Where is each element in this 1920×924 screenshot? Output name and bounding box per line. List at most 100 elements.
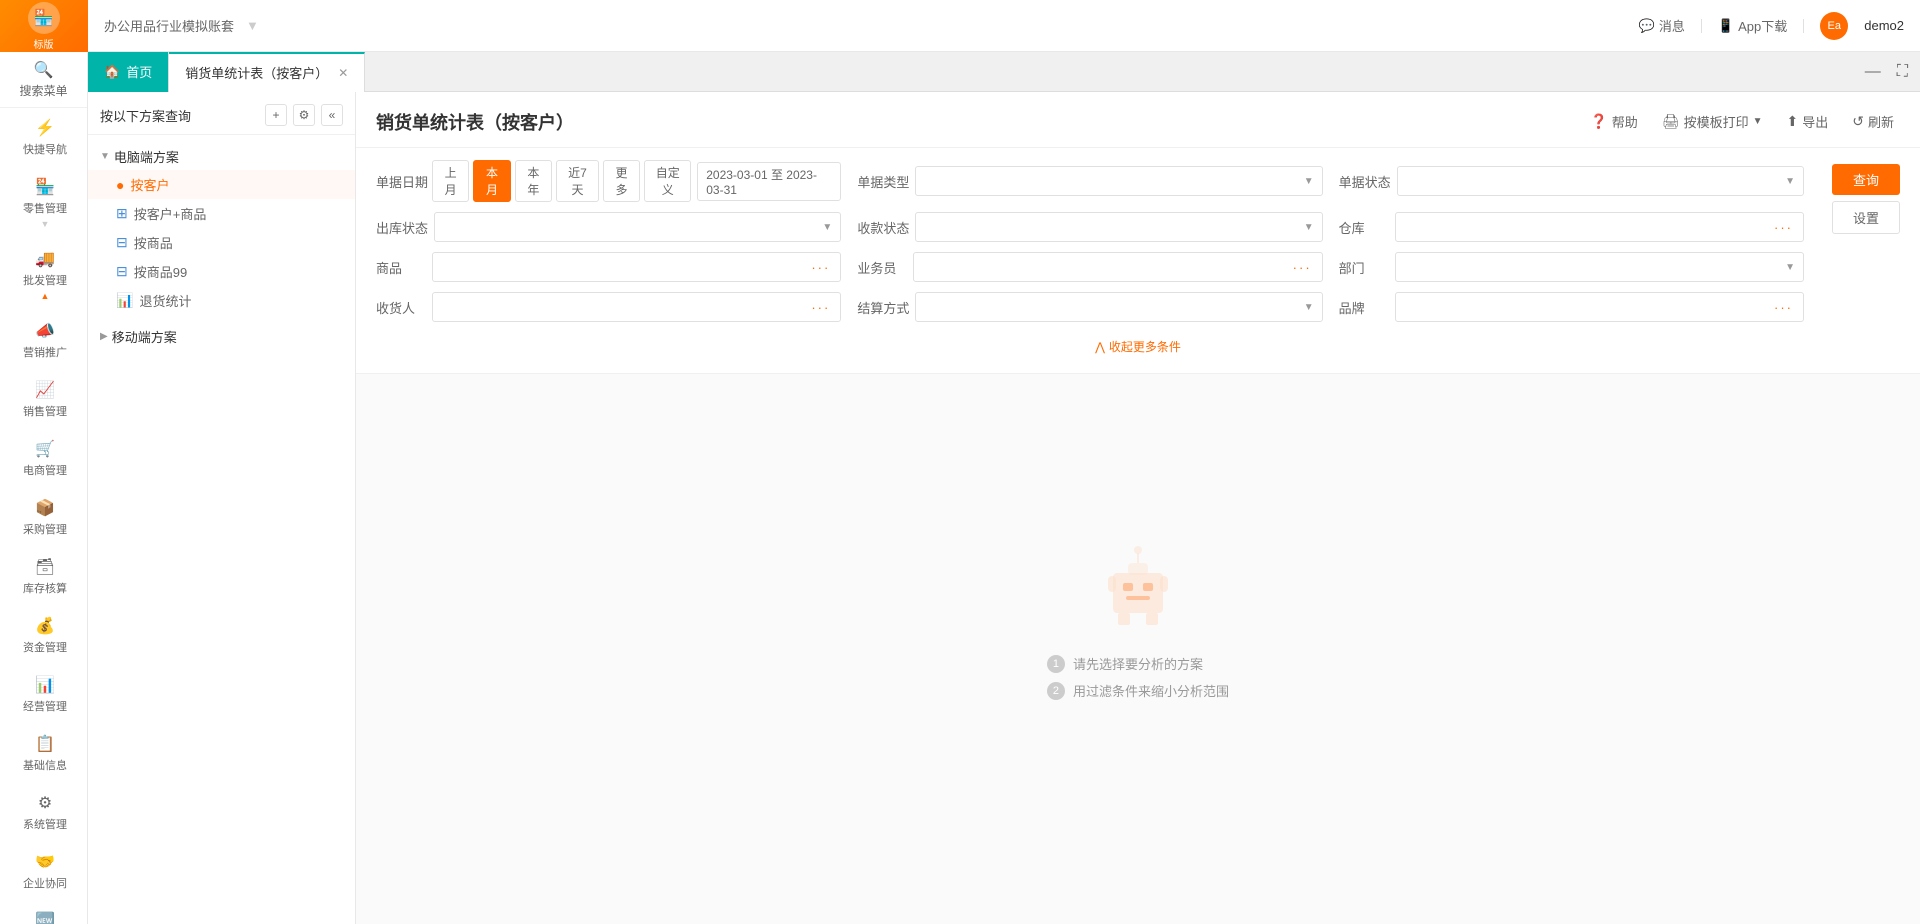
date-buttons: 上月 本月 本年 近7天 更多 自定义 <box>432 160 691 202</box>
tab-maximize-button[interactable]: ⛶ <box>1893 59 1912 85</box>
help-button[interactable]: ❓ 帮助 <box>1584 108 1643 135</box>
tree-item-return-stats[interactable]: 📊 退货统计 <box>88 286 355 315</box>
paymentstatus-select[interactable]: ▼ <box>915 212 1322 242</box>
warehouse-select[interactable]: ··· <box>1395 212 1804 242</box>
search-menu-button[interactable]: 🔍 搜索菜单 <box>19 60 67 99</box>
system-icon: ⚙ <box>38 793 52 813</box>
department-filter-col: 部门 ▼ <box>1339 252 1804 282</box>
tab-home[interactable]: 🏠 首页 <box>88 52 169 92</box>
tab-bar: 🏠 首页 销货单统计表（按客户） ✕ — ⛶ <box>88 52 1920 92</box>
sidebar-item-retail[interactable]: 🏪 零售管理 ▼ <box>0 167 87 239</box>
date-this-month-btn[interactable]: 本月 <box>473 160 510 202</box>
tree-item-product-icon: ⊟ <box>116 234 128 251</box>
date-last-month-btn[interactable]: 上月 <box>432 160 469 202</box>
brand-filter-col: 品牌 ··· <box>1339 292 1804 322</box>
empty-tips: 1 请先选择要分析的方案 2 用过滤条件来缩小分析范围 <box>1047 654 1229 700</box>
salesperson-select[interactable]: ··· <box>913 252 1322 282</box>
message-button[interactable]: 💬 消息 <box>1639 16 1685 35</box>
product-filter-label: 商品 <box>376 258 426 277</box>
tree-item-return-icon: 📊 <box>116 292 133 309</box>
sidebar-item-system[interactable]: ⚙ 系统管理 <box>0 783 87 842</box>
outstatus-filter-label: 出库状态 <box>376 218 428 237</box>
empty-state-icon <box>1088 538 1188 638</box>
product-select[interactable]: ··· <box>432 252 841 282</box>
settings-button[interactable]: 设置 <box>1832 201 1900 234</box>
salesperson-filter-label: 业务员 <box>857 258 907 277</box>
template-print-button[interactable]: 🖨 按模板打印 ▼ <box>1656 108 1769 135</box>
tree-item-customer-icon: ● <box>116 177 124 193</box>
top-header: 办公用品行业模拟账套 ▼ 💬 消息 📱 App下载 Ea demo2 <box>88 0 1920 52</box>
settings-scheme-button[interactable]: ⚙ <box>293 104 315 126</box>
sidebar-item-operations[interactable]: 📊 经营管理 <box>0 665 87 724</box>
tree-item-customer-product-icon: ⊞ <box>116 205 128 222</box>
tab-sales-stats[interactable]: 销货单统计表（按客户） ✕ <box>169 52 365 92</box>
date-custom-btn[interactable]: 自定义 <box>644 160 691 202</box>
date-7days-btn[interactable]: 近7天 <box>556 160 599 202</box>
app-logo[interactable]: 🏪 标版 <box>0 0 88 52</box>
sidebar-item-inventory[interactable]: 🗃 库存核算 <box>0 547 87 606</box>
tree-section: ▼ 电脑端方案 ● 按客户 ⊞ 按客户+商品 ⊟ 按商品 <box>88 135 355 358</box>
filter-row-4: 收货人 ··· 结算方式 ▼ <box>376 292 1900 322</box>
tree-group-desktop-label[interactable]: ▼ 电脑端方案 <box>88 143 355 170</box>
tree-item-by-customer[interactable]: ● 按客户 <box>88 170 355 199</box>
user-label[interactable]: demo2 <box>1864 18 1904 33</box>
home-icon: 🏠 <box>104 64 120 80</box>
date-more-btn[interactable]: 更多 <box>603 160 640 202</box>
sidebar-item-wholesale[interactable]: 🚚 批发管理 ▲ <box>0 239 87 311</box>
refresh-icon: ↺ <box>1852 113 1864 130</box>
query-button[interactable]: 查询 <box>1832 164 1900 195</box>
sidebar-item-enterprise[interactable]: 🤝 企业协同 <box>0 842 87 901</box>
export-button[interactable]: ⬆ 导出 <box>1781 108 1835 135</box>
app-download-button[interactable]: 📱 App下载 <box>1718 16 1787 35</box>
date-this-year-btn[interactable]: 本年 <box>515 160 552 202</box>
user-avatar[interactable]: Ea <box>1820 12 1848 40</box>
breadcrumb-dropdown-icon[interactable]: ▼ <box>246 18 259 33</box>
tree-item-by-product[interactable]: ⊟ 按商品 <box>88 228 355 257</box>
date-range-display[interactable]: 2023-03-01 至 2023-03-31 <box>697 162 841 201</box>
outstatus-select[interactable]: ▼ <box>434 212 841 242</box>
tree-item-by-customer-product[interactable]: ⊞ 按客户+商品 <box>88 199 355 228</box>
sidebar-item-finance[interactable]: 💰 资金管理 <box>0 606 87 665</box>
tree-group-mobile: ▶ 移动端方案 <box>88 319 355 354</box>
docstatus-select[interactable]: ▼ <box>1397 166 1804 196</box>
header-actions: 💬 消息 📱 App下载 Ea demo2 <box>1639 12 1904 40</box>
tab-close-button[interactable]: ✕ <box>338 66 348 80</box>
settlement-select[interactable]: ▼ <box>915 292 1322 322</box>
settlement-filter-col: 结算方式 ▼ <box>857 292 1322 322</box>
sidebar-item-marketing[interactable]: 📣 营销推广 <box>0 311 87 370</box>
tab-bar-actions: — ⛶ <box>1861 59 1920 85</box>
recipient-select[interactable]: ··· <box>432 292 841 322</box>
refresh-button[interactable]: ↺ 刷新 <box>1846 108 1900 135</box>
doctype-select[interactable]: ▼ <box>915 166 1322 196</box>
tree-item-by-product99[interactable]: ⊟ 按商品99 <box>88 257 355 286</box>
print-dropdown-icon: ▼ <box>1753 116 1763 127</box>
sidebar-item-sales[interactable]: 📈 销售管理 <box>0 370 87 429</box>
enterprise-icon: 🤝 <box>35 852 55 872</box>
filter-row-3: 商品 ··· 业务员 ··· <box>376 252 1900 282</box>
filter-area: 单据日期 上月 本月 本年 近7天 更多 自定义 2023-03-01 至 20… <box>356 148 1920 374</box>
add-scheme-button[interactable]: + <box>265 104 287 126</box>
filter-section: 单据日期 上月 本月 本年 近7天 更多 自定义 2023-03-01 至 20… <box>356 148 1920 374</box>
collapse-panel-button[interactable]: « <box>321 104 343 126</box>
sidebar: 🏪 标版 🔍 搜索菜单 ⚡ 快捷导航 🏪 零售管理 ▼ 🚚 批发管理 ▲ 📣 营… <box>0 0 88 924</box>
retail-icon: 🏪 <box>35 177 55 197</box>
outstatus-select-arrow: ▼ <box>822 222 832 233</box>
brand-select[interactable]: ··· <box>1395 292 1804 322</box>
sales-icon: 📈 <box>35 380 55 400</box>
sidebar-item-purchase[interactable]: 📦 采购管理 <box>0 488 87 547</box>
brand-dots: ··· <box>1774 300 1793 315</box>
sidebar-item-newuser[interactable]: 🆕 新手引导 <box>0 901 87 924</box>
sidebar-item-ecommerce[interactable]: 🛒 电商管理 <box>0 429 87 488</box>
product-dots: ··· <box>811 260 830 275</box>
warehouse-filter-label: 仓库 <box>1339 218 1389 237</box>
empty-tip-2: 2 用过滤条件来缩小分析范围 <box>1047 681 1229 700</box>
tree-group-desktop-arrow: ▼ <box>100 151 110 162</box>
sidebar-item-quicknav[interactable]: ⚡ 快捷导航 <box>0 108 87 167</box>
tab-minimize-button[interactable]: — <box>1861 59 1885 85</box>
logo-icon: 🏪 <box>28 2 60 34</box>
department-select[interactable]: ▼ <box>1395 252 1804 282</box>
recipient-filter-label: 收货人 <box>376 298 426 317</box>
tree-group-mobile-label[interactable]: ▶ 移动端方案 <box>88 323 355 350</box>
collapse-filters-button[interactable]: ⋀ 收起更多条件 <box>376 332 1900 361</box>
sidebar-item-basic[interactable]: 📋 基础信息 <box>0 724 87 783</box>
